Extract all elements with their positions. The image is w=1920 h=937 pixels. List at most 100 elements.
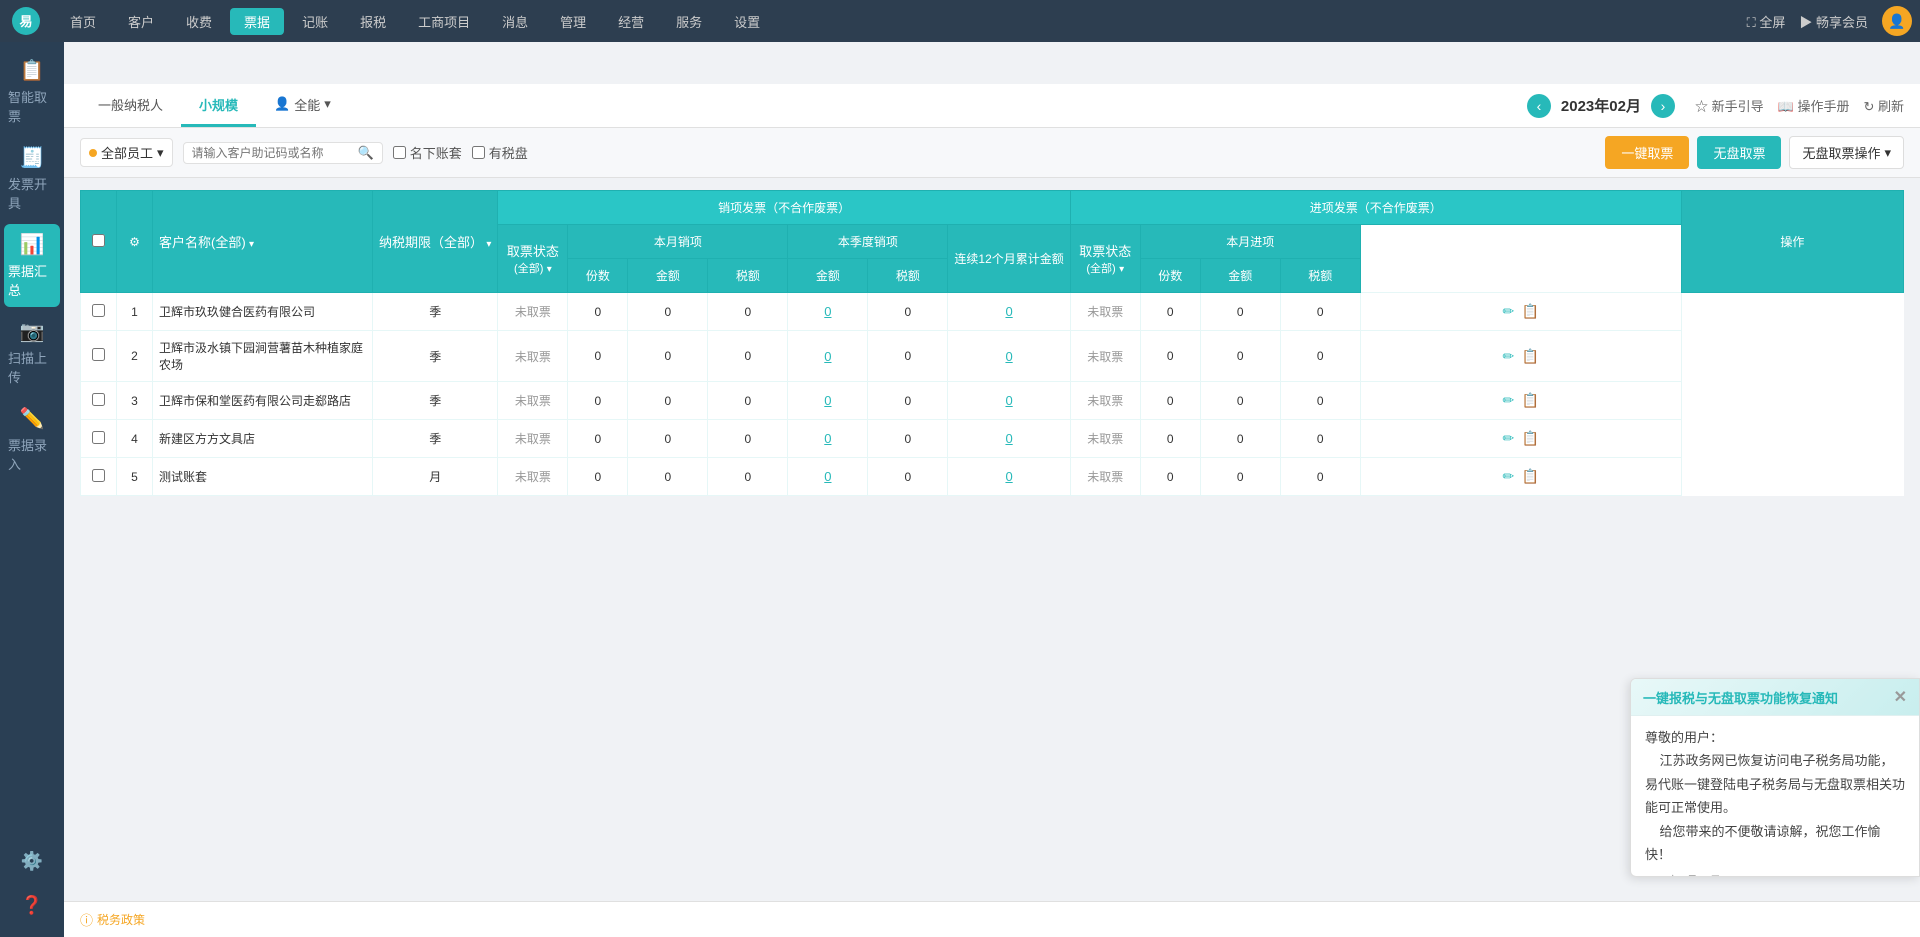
row-sales-quarterly-amount: 0 <box>788 331 868 382</box>
table-row: 2 卫辉市汲水镇下园涧营薯苗木种植家庭农场 季 未取票 0 0 0 0 0 0 … <box>81 331 1904 382</box>
refresh-btn[interactable]: ↻ 刷新 <box>1863 96 1904 115</box>
row-sales-quarterly-tax: 0 <box>868 293 948 331</box>
search-icon[interactable]: 🔍 <box>358 145 374 161</box>
app-logo: 易 <box>8 3 44 39</box>
row-sales-monthly-amount: 0 <box>628 458 708 496</box>
toolbar: 全部员工 ▾ 🔍 名下账套 有税盘 一键取票 无盘取票 无盘取票操作 ▾ <box>64 128 1920 178</box>
has-tax-disk-checkbox[interactable] <box>472 146 485 159</box>
has-tax-disk-checkbox-label[interactable]: 有税盘 <box>472 143 528 162</box>
main-content: 一般纳税人 小规模 👤 全能 ▾ ‹ 2023年02月 › ☆ 新手引导 📖 操… <box>64 42 1920 508</box>
prev-period-btn[interactable]: ‹ <box>1527 94 1551 118</box>
nav-business[interactable]: 工商项目 <box>404 8 484 35</box>
sidebar-item-invoice-summary[interactable]: 📊 票据汇总 <box>4 224 60 307</box>
row-checkbox[interactable] <box>92 431 105 444</box>
row-sales-quarterly-tax: 0 <box>868 382 948 420</box>
row-checkbox[interactable] <box>92 393 105 406</box>
my-accounts-checkbox-label[interactable]: 名下账套 <box>393 143 462 162</box>
manual-btn[interactable]: 📖 操作手册 <box>1778 96 1850 115</box>
chevron-down-icon: ▾ <box>324 96 331 112</box>
edit-btn[interactable]: ✏ <box>1501 346 1517 367</box>
member-btn[interactable]: ▶ 畅享会员 <box>1799 12 1868 31</box>
client-name-header: 客户名称(全部) ▾ <box>153 191 373 293</box>
row-sales-monthly-amount: 0 <box>628 293 708 331</box>
no-disk-ticket-btn[interactable]: 无盘取票 <box>1697 136 1781 169</box>
row-sales-quarterly-amount: 0 <box>788 420 868 458</box>
next-period-btn[interactable]: › <box>1651 94 1675 118</box>
edit-btn[interactable]: ✏ <box>1501 301 1517 322</box>
sidebar-item-invoice-entry[interactable]: ✏️ 票据录入 <box>4 398 60 481</box>
row-action-cell: ✏ 📋 <box>1360 382 1681 420</box>
fullscreen-btn[interactable]: ⛶ 全屏 <box>1747 12 1786 31</box>
nav-manage[interactable]: 管理 <box>546 8 600 35</box>
nav-accounting[interactable]: 记账 <box>288 8 342 35</box>
monthly-in-amount-header: 金额 <box>1200 259 1280 293</box>
tab-general-taxpayer[interactable]: 一般纳税人 <box>80 85 181 127</box>
no-disk-op-btn[interactable]: 无盘取票操作 ▾ <box>1789 136 1904 169</box>
more-btn[interactable]: 📋 <box>1520 301 1541 322</box>
employee-filter[interactable]: 全部员工 ▾ <box>80 138 173 167</box>
monthly-sales-count-header: 份数 <box>568 259 628 293</box>
row-index: 5 <box>117 458 153 496</box>
beginner-guide-btn[interactable]: ☆ 新手引导 <box>1695 96 1764 115</box>
monthly-sales-header: 本月销项 <box>568 225 788 259</box>
tab-small-scale[interactable]: 小规模 <box>181 85 256 127</box>
in-status-filter-icon[interactable]: ▾ <box>1119 264 1124 275</box>
sidebar-item-issue-invoice[interactable]: 🧾 发票开具 <box>4 137 60 220</box>
edit-btn[interactable]: ✏ <box>1501 428 1517 449</box>
nav-service[interactable]: 服务 <box>662 8 716 35</box>
nav-tax[interactable]: 报税 <box>346 8 400 35</box>
more-btn[interactable]: 📋 <box>1520 346 1541 367</box>
filter-dot <box>89 149 97 157</box>
row-sales-cumulative: 0 <box>948 293 1070 331</box>
beginner-icon: ☆ <box>1695 99 1708 114</box>
row-checkbox[interactable] <box>92 348 105 361</box>
row-checkbox-cell <box>81 382 117 420</box>
row-action-cell: ✏ 📋 <box>1360 420 1681 458</box>
row-sales-status: 未取票 <box>498 458 568 496</box>
svg-text:易: 易 <box>19 14 32 29</box>
sales-invoice-group-header: 销项发票（不合作废票） <box>498 191 1070 225</box>
tax-policy-link[interactable]: 税务政策 <box>97 911 145 928</box>
period-filter-icon[interactable]: ▾ <box>486 239 491 250</box>
sidebar-item-scan-upload[interactable]: 📷 扫描上传 <box>4 311 60 394</box>
sales-status-filter-icon[interactable]: ▾ <box>547 264 552 275</box>
nav-home[interactable]: 首页 <box>56 8 110 35</box>
sales-status-header: 取票状态 (全部) ▾ <box>498 225 568 293</box>
row-sales-quarterly-tax: 0 <box>868 458 948 496</box>
row-checkbox[interactable] <box>92 304 105 317</box>
nav-invoice[interactable]: 票据 <box>230 8 284 35</box>
edit-btn[interactable]: ✏ <box>1501 390 1517 411</box>
row-sales-status: 未取票 <box>498 382 568 420</box>
select-all-checkbox[interactable] <box>92 234 105 247</box>
row-in-monthly-count: 0 <box>1140 331 1200 382</box>
nav-message[interactable]: 消息 <box>488 8 542 35</box>
row-in-monthly-amount: 0 <box>1200 331 1280 382</box>
more-btn[interactable]: 📋 <box>1520 466 1541 487</box>
sub-nav-right: ☆ 新手引导 📖 操作手册 ↻ 刷新 <box>1695 96 1904 115</box>
sidebar-help-icon[interactable]: ❓ <box>12 885 52 925</box>
search-input[interactable] <box>192 146 352 160</box>
nav-settings[interactable]: 设置 <box>720 8 774 35</box>
more-btn[interactable]: 📋 <box>1520 428 1541 449</box>
user-avatar[interactable]: 👤 <box>1882 6 1912 36</box>
nav-fee[interactable]: 收费 <box>172 8 226 35</box>
sidebar-item-smart-ticket[interactable]: 📋 智能取票 <box>4 50 60 133</box>
row-checkbox[interactable] <box>92 469 105 482</box>
row-checkbox-cell <box>81 331 117 382</box>
nav-business2[interactable]: 经营 <box>604 8 658 35</box>
filter-icon[interactable]: ▾ <box>249 239 254 250</box>
nav-client[interactable]: 客户 <box>114 8 168 35</box>
one-key-ticket-btn[interactable]: 一键取票 <box>1605 136 1689 169</box>
more-btn[interactable]: 📋 <box>1520 390 1541 411</box>
my-accounts-checkbox[interactable] <box>393 146 406 159</box>
monthly-in-tax-header: 税额 <box>1280 259 1360 293</box>
in-invoice-group-header: 进项发票（不合作废票） <box>1070 191 1681 225</box>
search-box: 🔍 <box>183 142 383 164</box>
period-navigator: ‹ 2023年02月 › <box>1527 94 1675 118</box>
tab-all-capability[interactable]: 👤 全能 ▾ <box>256 85 349 127</box>
notification-close-btn[interactable]: ✕ <box>1894 687 1907 707</box>
row-sales-monthly-count: 0 <box>568 382 628 420</box>
table-row: 1 卫辉市玖玖健合医药有限公司 季 未取票 0 0 0 0 0 0 未取票 0 … <box>81 293 1904 331</box>
edit-btn[interactable]: ✏ <box>1501 466 1517 487</box>
sidebar-settings-icon[interactable]: ⚙️ <box>12 841 52 881</box>
